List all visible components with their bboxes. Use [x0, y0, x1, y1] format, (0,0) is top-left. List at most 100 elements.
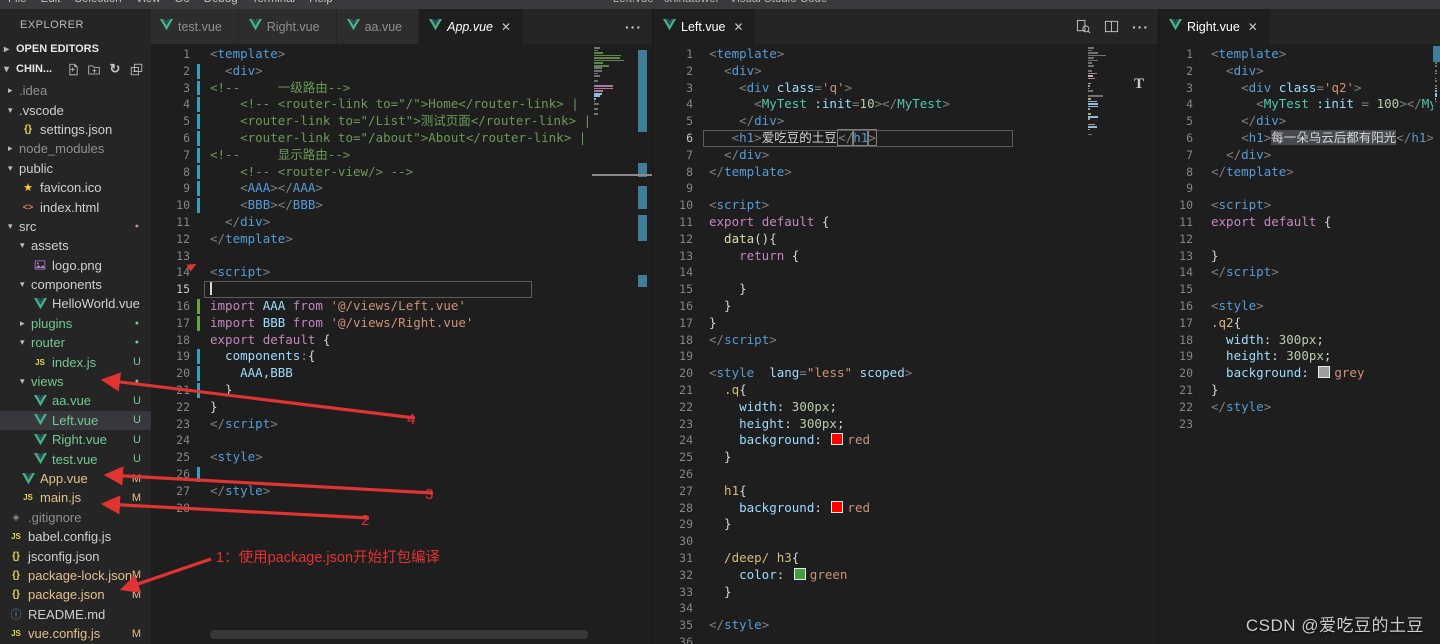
- tree-item-settings.json[interactable]: {} settings.json: [0, 120, 151, 139]
- scrollbar[interactable]: [636, 44, 650, 644]
- code-line-5[interactable]: 5 <router-link to="/List">测试页面</router-l…: [150, 113, 592, 130]
- minimap[interactable]: [592, 44, 636, 644]
- collapse-all-icon[interactable]: [129, 62, 143, 76]
- tree-item-right.vue[interactable]: Right.vue U: [0, 430, 151, 449]
- code-line-36[interactable]: 36: [653, 634, 1086, 644]
- code-line-12[interactable]: 12 data(){: [653, 231, 1086, 248]
- code-line-17[interactable]: 17}: [653, 315, 1086, 332]
- code-line-33[interactable]: 33 }: [653, 584, 1086, 601]
- code-pane[interactable]: 1 <template> 2 <div> 3 <div class='q'> 4 <My…: [653, 46, 1086, 644]
- more-icon[interactable]: ···: [625, 19, 642, 35]
- code-line-12[interactable]: 12 </template>: [150, 231, 592, 248]
- refresh-icon[interactable]: ↻: [108, 61, 122, 76]
- code-line-7[interactable]: 7 </div>: [1159, 147, 1433, 164]
- code-line-1[interactable]: 1 <template>: [653, 46, 1086, 63]
- code-line-30[interactable]: 30: [653, 533, 1086, 550]
- code-line-2[interactable]: 2 <div>: [150, 63, 592, 80]
- tree-item-index.html[interactable]: <> index.html: [0, 197, 151, 216]
- code-line-19[interactable]: 19 components:{: [150, 348, 592, 365]
- tree-item-favicon.ico[interactable]: ★ favicon.ico: [0, 178, 151, 197]
- code-line-11[interactable]: 11 export default {: [653, 214, 1086, 231]
- project-header[interactable]: ▾ CHIN... ↻: [0, 59, 151, 79]
- code-line-3[interactable]: 3 <div class='q'>: [653, 80, 1086, 97]
- code-line-21[interactable]: 21 }: [150, 382, 592, 399]
- code-line-27[interactable]: 27 </style>: [150, 483, 592, 500]
- code-line-18[interactable]: 18 width: 300px;: [1159, 332, 1433, 349]
- tree-item-babel.config.js[interactable]: JS babel.config.js: [0, 527, 151, 546]
- code-line-14[interactable]: 14 <script>: [150, 264, 592, 281]
- code-line-28[interactable]: 28 background: red: [653, 500, 1086, 517]
- code-line-31[interactable]: 31 /deep/ h3{: [653, 550, 1086, 567]
- code-line-10[interactable]: 10 <script>: [653, 197, 1086, 214]
- code-line-24[interactable]: 24 background: red: [653, 432, 1086, 449]
- code-line-18[interactable]: 18 </script>: [653, 332, 1086, 349]
- tab-test-vue[interactable]: test.vue: [150, 9, 238, 44]
- tree-item-assets[interactable]: ▾ assets: [0, 236, 151, 255]
- tree-item-test.vue[interactable]: test.vue U: [0, 449, 151, 468]
- code-line-11[interactable]: 11 export default {: [1159, 214, 1433, 231]
- tree-item-plugins[interactable]: ▸ plugins ●: [0, 314, 151, 333]
- code-line-7[interactable]: 7 <!-- 显示路由-->: [150, 147, 592, 164]
- split-editor-icon[interactable]: [1104, 19, 1119, 34]
- tree-item-vue.config.js[interactable]: JS vue.config.js M: [0, 624, 151, 643]
- tree-item-.idea[interactable]: ▸ .idea: [0, 81, 151, 100]
- scrollbar[interactable]: [1133, 44, 1147, 644]
- code-line-35[interactable]: 35 </style>: [653, 617, 1086, 634]
- code-line-14[interactable]: 14 </script>: [1159, 264, 1433, 281]
- code-line-13[interactable]: 13: [150, 248, 592, 265]
- tree-item-components[interactable]: ▾ components: [0, 275, 151, 294]
- code-line-25[interactable]: 25 }: [653, 449, 1086, 466]
- code-line-22[interactable]: 22}: [150, 399, 592, 416]
- code-line-9[interactable]: 9: [653, 180, 1086, 197]
- new-file-icon[interactable]: [66, 62, 80, 76]
- tree-item-src[interactable]: ▾ src ●: [0, 217, 151, 236]
- code-line-22[interactable]: 22 width: 300px;: [653, 399, 1086, 416]
- new-folder-icon[interactable]: [87, 62, 101, 76]
- code-line-23[interactable]: 23: [1159, 416, 1433, 433]
- code-line-9[interactable]: 9: [1159, 180, 1433, 197]
- tree-item-app.vue[interactable]: App.vue M: [0, 469, 151, 488]
- code-line-4[interactable]: 4 <!-- <router-link to="/">Home</router-…: [150, 96, 592, 113]
- code-line-3[interactable]: 3 <div class='q2'>: [1159, 80, 1433, 97]
- code-line-12[interactable]: 12: [1159, 231, 1433, 248]
- code-line-21[interactable]: 21 .q{: [653, 382, 1086, 399]
- close-icon[interactable]: ✕: [1246, 20, 1260, 34]
- code-line-16[interactable]: 16 <style>: [1159, 298, 1433, 315]
- code-line-6[interactable]: 6 <h1>每一朵乌云后都有阳光</h1>: [1159, 129, 1434, 147]
- tab-app-vue[interactable]: App.vue ✕: [419, 9, 523, 44]
- tree-item-index.js[interactable]: JS index.js U: [0, 352, 151, 371]
- more-icon[interactable]: ···: [1132, 19, 1149, 35]
- code-line-32[interactable]: 32 color: green: [653, 567, 1086, 584]
- code-line-20[interactable]: 20 <style lang="less" scoped>: [653, 365, 1086, 382]
- code-line-16[interactable]: 16 import AAA from '@/views/Left.vue': [150, 298, 592, 315]
- code-line-10[interactable]: 10 <BBB></BBB>: [150, 197, 592, 214]
- code-line-2[interactable]: 2 <div>: [653, 63, 1086, 80]
- tree-item-readme.md[interactable]: ⓘ README.md: [0, 605, 151, 624]
- code-line-34[interactable]: 34: [653, 600, 1086, 617]
- tab-right-vue[interactable]: Right.vue ✕: [1159, 9, 1270, 44]
- tree-item-helloworld.vue[interactable]: HelloWorld.vue: [0, 294, 151, 313]
- code-line-6[interactable]: 6 <router-link to="/about">About</router…: [150, 130, 616, 147]
- tree-item-package-lock.json[interactable]: {} package-lock.json M: [0, 566, 151, 585]
- minimap[interactable]: [1086, 44, 1132, 644]
- code-line-19[interactable]: 19 height: 300px;: [1159, 348, 1433, 365]
- code-line-23[interactable]: 23 height: 300px;: [653, 416, 1086, 433]
- code-line-13[interactable]: 13 return {: [653, 248, 1086, 265]
- tree-item-public[interactable]: ▾ public: [0, 159, 151, 178]
- code-line-13[interactable]: 13}: [1159, 248, 1433, 265]
- code-line-24[interactable]: 24: [150, 432, 592, 449]
- close-icon[interactable]: ✕: [499, 20, 513, 34]
- code-line-15[interactable]: 15: [1159, 281, 1433, 298]
- code-line-16[interactable]: 16 }: [653, 298, 1086, 315]
- tree-item-.vscode[interactable]: ▾ .vscode: [0, 100, 151, 119]
- code-line-17[interactable]: 17 .q2{: [1159, 315, 1433, 332]
- open-editors-header[interactable]: ▸ OPEN EDITORS: [0, 39, 151, 59]
- code-line-20[interactable]: 20 AAA,BBB: [150, 365, 592, 382]
- tree-item-node-modules[interactable]: ▸ node_modules: [0, 139, 151, 158]
- code-line-20[interactable]: 20 background: grey: [1159, 365, 1433, 382]
- code-line-1[interactable]: 1 <template>: [150, 46, 592, 63]
- code-line-8[interactable]: 8 </template>: [653, 164, 1086, 181]
- code-line-26[interactable]: 26: [150, 466, 592, 483]
- tree-item-aa.vue[interactable]: aa.vue U: [0, 391, 151, 410]
- code-pane[interactable]: 1 <template> 2 <div> 3 <!-- 一级路由--> 4 <!-- <r…: [150, 46, 616, 516]
